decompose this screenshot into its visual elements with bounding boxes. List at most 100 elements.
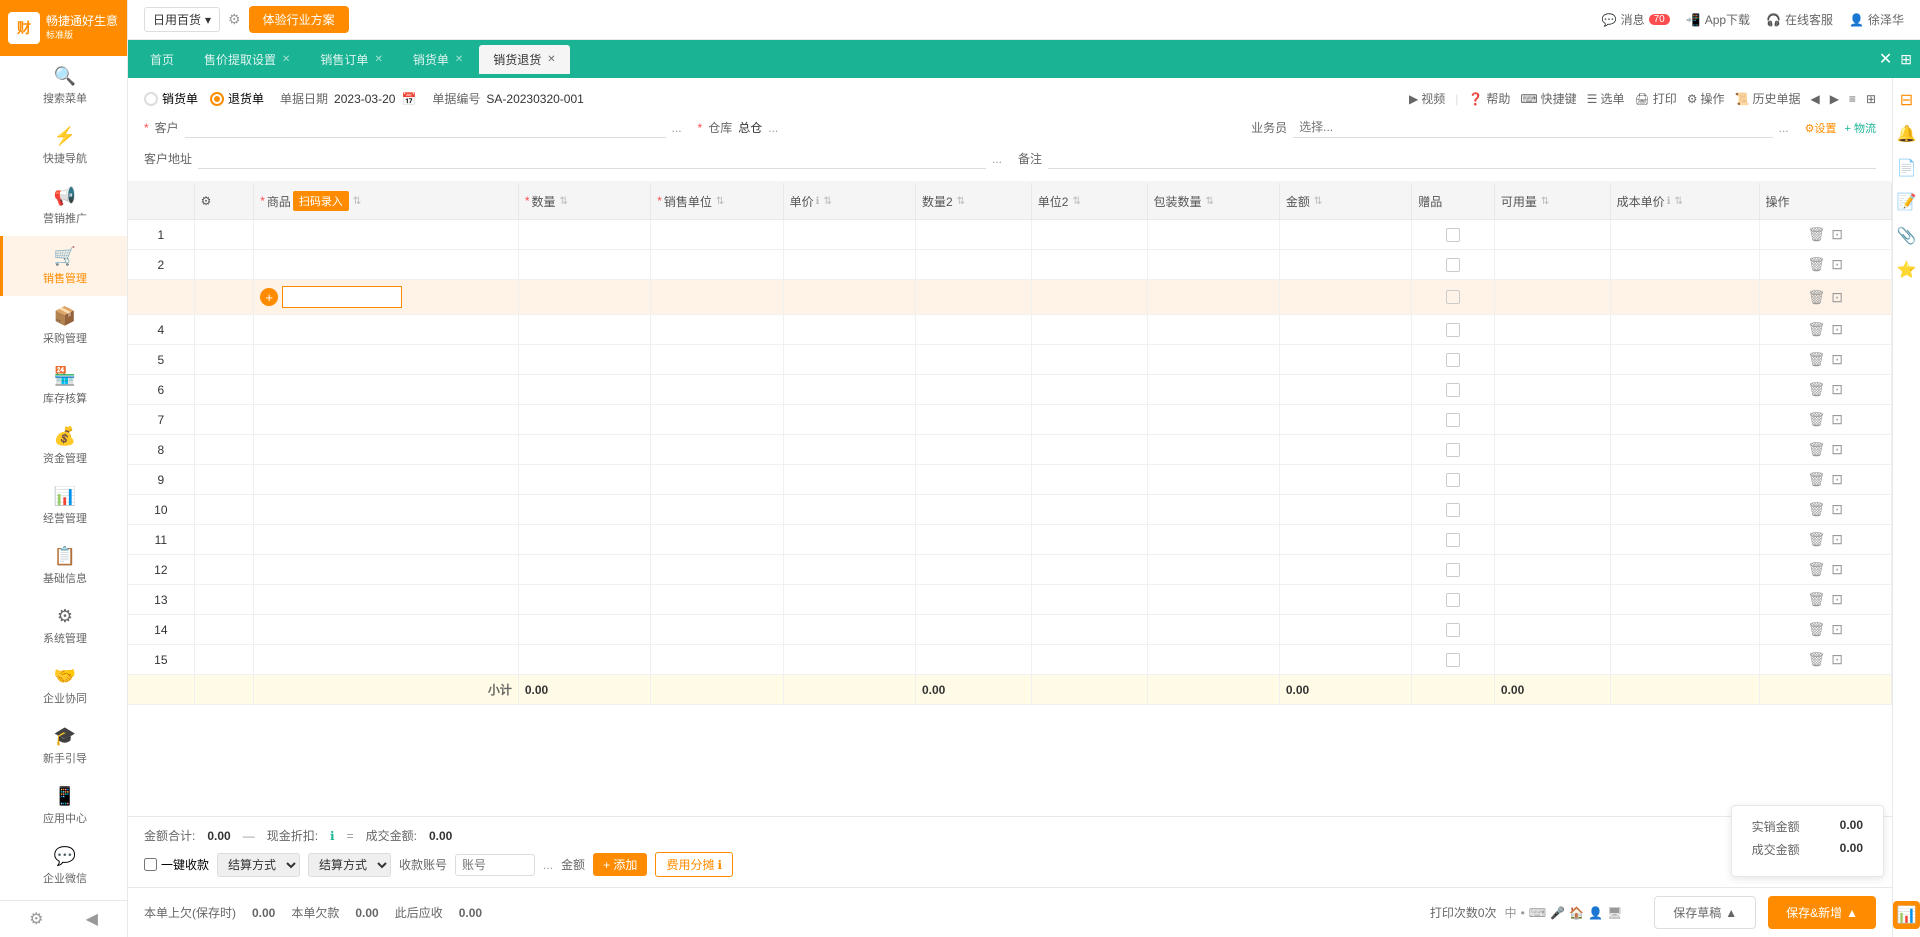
- amount-sort-icon[interactable]: ⇅: [1314, 196, 1322, 207]
- account-dots[interactable]: ...: [543, 858, 553, 872]
- copy-icon-13[interactable]: ⊡: [1831, 591, 1843, 608]
- calendar-icon[interactable]: 📅: [401, 92, 416, 106]
- delete-icon-8[interactable]: 🗑: [1808, 441, 1826, 458]
- copy-icon-3[interactable]: ⊡: [1831, 289, 1843, 306]
- discount-info-icon[interactable]: ℹ: [330, 829, 335, 843]
- copy-icon-12[interactable]: ⊡: [1831, 561, 1843, 578]
- address-dots[interactable]: ...: [992, 152, 1002, 166]
- pkg-sort-icon[interactable]: ⇅: [1206, 196, 1214, 207]
- topbar-gear-icon[interactable]: ⚙: [228, 11, 241, 28]
- account-input[interactable]: [455, 854, 535, 876]
- th-gear[interactable]: ⚙: [194, 183, 254, 220]
- sidebar-item-operation[interactable]: 📊 经营管理: [0, 476, 127, 536]
- right-panel-icon-1[interactable]: ⊟: [1896, 86, 1917, 114]
- delete-icon-7[interactable]: 🗑: [1808, 411, 1826, 428]
- add-payment-btn[interactable]: + 添加: [593, 853, 647, 876]
- gift-checkbox-7[interactable]: [1446, 413, 1460, 427]
- app-download-btn[interactable]: 📲 App下载: [1686, 11, 1750, 28]
- gift-checkbox-1[interactable]: [1446, 228, 1460, 242]
- price-info-icon[interactable]: ℹ: [816, 196, 820, 207]
- unit-sort-icon[interactable]: ⇅: [716, 196, 724, 207]
- select-btn[interactable]: ☰ 选单: [1587, 90, 1625, 107]
- online-service-btn[interactable]: 🎧 在线客服: [1766, 11, 1833, 28]
- delete-icon-9[interactable]: 🗑: [1808, 471, 1826, 488]
- add-row-btn[interactable]: +: [260, 288, 278, 306]
- sidebar-item-inventory[interactable]: 🏪 库存核算: [0, 356, 127, 416]
- tab-sales-order[interactable]: 销售订单 ✕: [306, 45, 396, 74]
- tab-sales-return[interactable]: 销货退货 ✕: [479, 45, 569, 74]
- customer-input[interactable]: [185, 117, 666, 138]
- copy-icon-4[interactable]: ⊡: [1831, 321, 1843, 338]
- save-new-btn[interactable]: 保存&新增 ▲: [1768, 896, 1876, 929]
- copy-icon-8[interactable]: ⊡: [1831, 441, 1843, 458]
- close-tab-icon[interactable]: ✕: [1879, 49, 1892, 69]
- gift-checkbox-14[interactable]: [1446, 623, 1460, 637]
- sidebar-setting-btn[interactable]: ⚙: [29, 909, 43, 929]
- sidebar-item-search[interactable]: 🔍 搜索菜单: [0, 56, 127, 116]
- tab-close-price-setting[interactable]: ✕: [282, 54, 290, 65]
- qty2-sort-icon[interactable]: ⇅: [957, 196, 965, 207]
- user-btn[interactable]: 👤 徐泽华: [1849, 11, 1904, 28]
- copy-icon-9[interactable]: ⊡: [1831, 471, 1843, 488]
- gift-checkbox-11[interactable]: [1446, 533, 1460, 547]
- gift-checkbox-15[interactable]: [1446, 653, 1460, 667]
- sidebar-item-quick-nav[interactable]: ⚡ 快捷导航: [0, 116, 127, 176]
- one-click-checkbox[interactable]: 一键收款: [144, 856, 209, 873]
- copy-icon-1[interactable]: ⊡: [1831, 226, 1843, 243]
- expand-icon[interactable]: ⊞: [1900, 51, 1912, 68]
- delete-icon-2[interactable]: 🗑: [1808, 256, 1826, 273]
- radio-return[interactable]: 退货单: [210, 90, 264, 107]
- operate-btn[interactable]: ⚙ 操作: [1687, 90, 1725, 107]
- price-sort-icon[interactable]: ⇅: [823, 196, 831, 207]
- delete-icon-12[interactable]: 🗑: [1808, 561, 1826, 578]
- gift-checkbox-3[interactable]: [1446, 290, 1460, 304]
- warehouse-dots[interactable]: ...: [768, 121, 778, 135]
- prev-btn[interactable]: ◀: [1810, 92, 1819, 106]
- right-panel-icon-2[interactable]: 🔔: [1893, 120, 1920, 148]
- tab-price-setting[interactable]: 售价提取设置 ✕: [190, 45, 304, 74]
- customer-dots[interactable]: ...: [672, 121, 682, 135]
- save-draft-btn[interactable]: 保存草稿 ▲: [1654, 896, 1756, 929]
- sidebar-item-basic[interactable]: 📋 基础信息: [0, 536, 127, 596]
- detail-view-btn[interactable]: ⊞: [1866, 92, 1876, 106]
- sidebar-item-wechat[interactable]: 💬 企业微信: [0, 836, 127, 896]
- remark-input[interactable]: [1048, 148, 1876, 169]
- delete-icon-14[interactable]: 🗑: [1808, 621, 1826, 638]
- sidebar-item-sales[interactable]: 🛒 销售管理: [0, 236, 127, 296]
- delete-icon-1[interactable]: 🗑: [1808, 226, 1826, 243]
- salesperson-dots[interactable]: ...: [1779, 121, 1789, 135]
- delete-icon-5[interactable]: 🗑: [1808, 351, 1826, 368]
- delete-icon-15[interactable]: 🗑: [1808, 651, 1826, 668]
- tab-close-sales-order[interactable]: ✕: [374, 54, 382, 65]
- right-panel-icon-4[interactable]: 📝: [1893, 188, 1920, 216]
- address-input[interactable]: [198, 148, 986, 169]
- experience-btn[interactable]: 体验行业方案: [249, 6, 349, 33]
- right-panel-active-icon[interactable]: 📊: [1893, 901, 1920, 929]
- gift-checkbox-8[interactable]: [1446, 443, 1460, 457]
- sidebar-item-finance[interactable]: 💰 资金管理: [0, 416, 127, 476]
- list-view-btn[interactable]: ≡: [1849, 92, 1856, 106]
- calc-select[interactable]: 结算方式: [308, 853, 391, 877]
- product-sort-icon[interactable]: ⇅: [353, 196, 361, 207]
- radio-sale[interactable]: 销货单: [144, 90, 198, 107]
- product-input-active[interactable]: [282, 286, 402, 308]
- print-btn[interactable]: 🖨 打印: [1634, 90, 1676, 107]
- help-btn[interactable]: ❓ 帮助: [1468, 90, 1510, 107]
- unit2-sort-icon[interactable]: ⇅: [1072, 196, 1080, 207]
- gift-checkbox-2[interactable]: [1446, 258, 1460, 272]
- next-btn[interactable]: ▶: [1830, 92, 1839, 106]
- shortcut-btn[interactable]: ⌨ 快捷键: [1520, 90, 1576, 107]
- right-panel-icon-6[interactable]: ⭐: [1893, 256, 1920, 284]
- sidebar-item-newbie[interactable]: 🎓 新手引导: [0, 716, 127, 776]
- video-btn[interactable]: ▶ 视频: [1409, 90, 1445, 107]
- qty-sort-icon[interactable]: ⇅: [560, 196, 568, 207]
- copy-icon-15[interactable]: ⊡: [1831, 651, 1843, 668]
- copy-icon-5[interactable]: ⊡: [1831, 351, 1843, 368]
- message-btn[interactable]: 💬 消息 70: [1602, 11, 1670, 28]
- tab-close-sales-bill[interactable]: ✕: [455, 54, 463, 65]
- copy-icon-10[interactable]: ⊡: [1831, 501, 1843, 518]
- delete-icon-6[interactable]: 🗑: [1808, 381, 1826, 398]
- right-panel-bottom-icon[interactable]: 📊: [1893, 901, 1920, 929]
- copy-icon-2[interactable]: ⊡: [1831, 256, 1843, 273]
- tab-home[interactable]: 首页: [136, 45, 188, 74]
